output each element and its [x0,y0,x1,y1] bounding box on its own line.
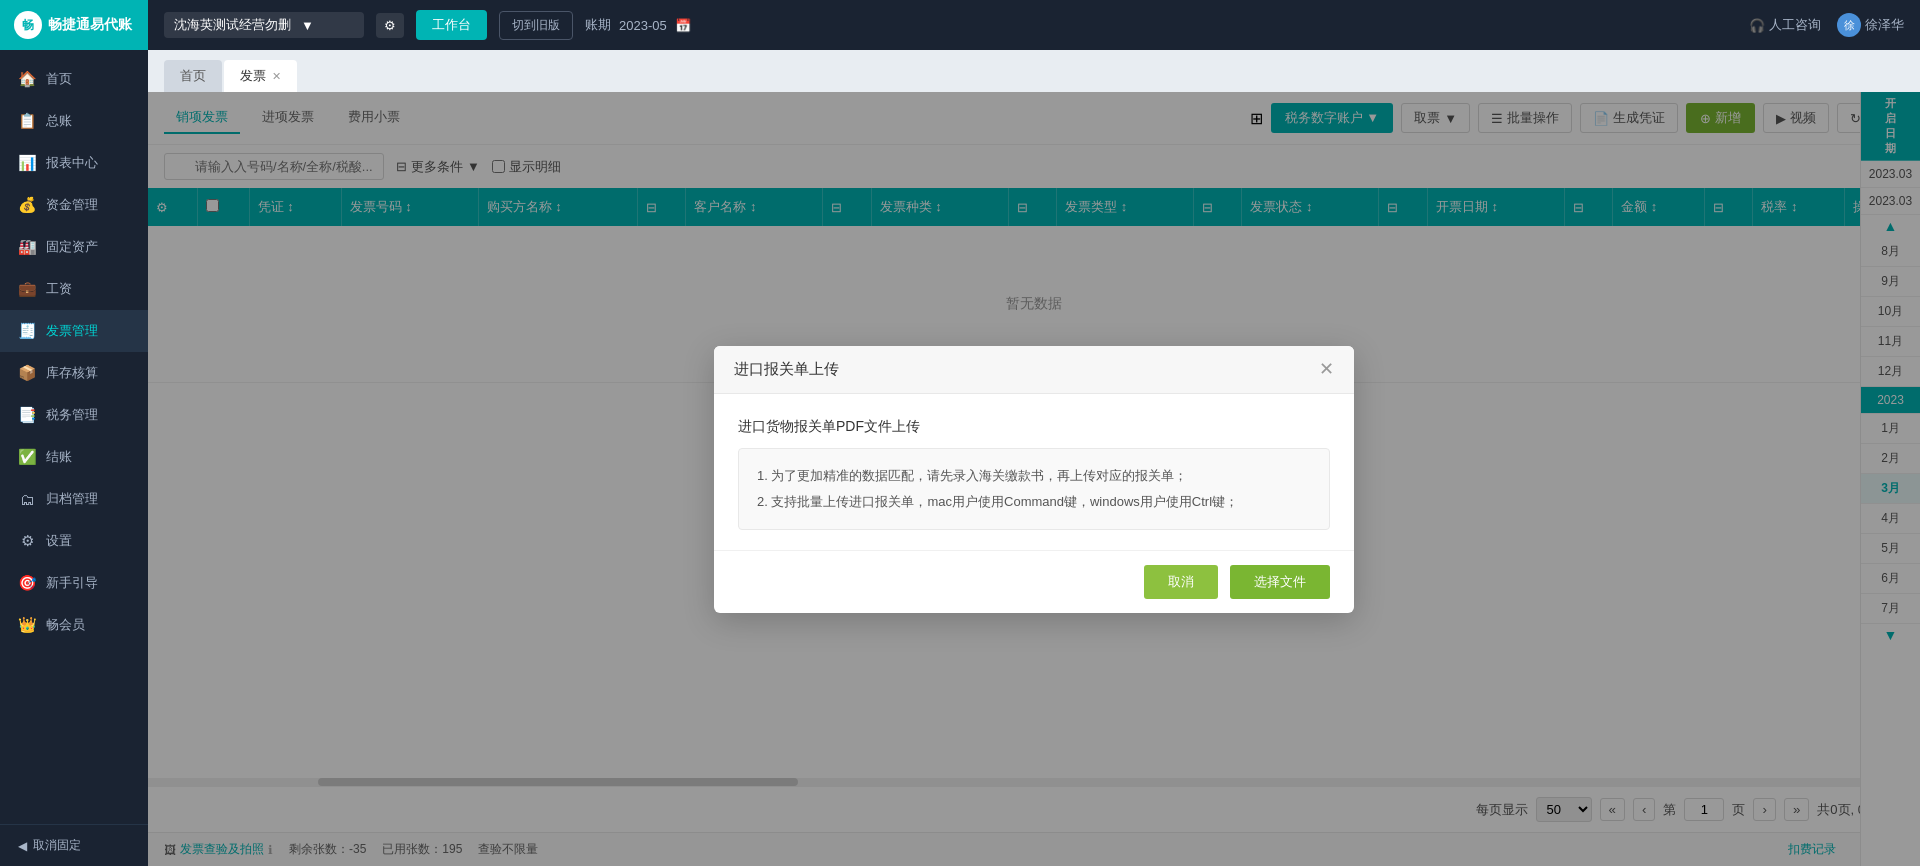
sidebar-item-archive[interactable]: 🗂 归档管理 [0,478,148,520]
period-value: 2023-05 [619,18,667,33]
sidebar-item-label: 报表中心 [46,154,98,172]
sidebar-item-label: 固定资产 [46,238,98,256]
sidebar-item-invoice[interactable]: 🧾 发票管理 [0,310,148,352]
dialog-info-box: 1. 为了更加精准的数据匹配，请先录入海关缴款书，再上传对应的报关单； 2. 支… [738,448,1330,530]
archive-icon: 🗂 [18,491,36,508]
tab-home[interactable]: 首页 [164,60,222,92]
sidebar-item-label: 工资 [46,280,72,298]
tab-home-label: 首页 [180,67,206,85]
workspace-btn[interactable]: 工作台 [416,10,487,40]
sidebar-item-label: 首页 [46,70,72,88]
app-name: 畅捷通易代账 [48,16,132,34]
logo-icon: 畅 [14,11,42,39]
funds-icon: 💰 [18,196,36,214]
company-settings-btn[interactable]: ⚙ [376,13,404,38]
dialog-title: 进口报关单上传 [734,360,839,379]
cancel-fixed-label: 取消固定 [33,837,81,854]
headset-icon: 🎧 [1749,18,1765,33]
calendar-icon: 📅 [675,18,691,33]
page-area: 销项发票 进项发票 费用小票 ⊞ 税务数字账户 ▼ 取票 ▼ [148,92,1920,866]
main-area: 沈海英测试经营勿删 ▼ ⚙ 工作台 切到旧版 账期 2023-05 📅 🎧 人工… [148,0,1920,866]
company-dropdown-icon: ▼ [301,18,314,33]
sidebar-item-label: 设置 [46,532,72,550]
sidebar-item-reports[interactable]: 📊 报表中心 [0,142,148,184]
page-content: 销项发票 进项发票 费用小票 ⊞ 税务数字账户 ▼ 取票 ▼ [148,92,1920,866]
topbar: 沈海英测试经营勿删 ▼ ⚙ 工作台 切到旧版 账期 2023-05 📅 🎧 人工… [148,0,1920,50]
dialog-body: 进口货物报关单PDF文件上传 1. 为了更加精准的数据匹配，请先录入海关缴款书，… [714,394,1354,550]
sidebar-item-label: 税务管理 [46,406,98,424]
checkout-icon: ✅ [18,448,36,466]
user-avatar[interactable]: 徐 徐泽华 [1837,13,1904,37]
select-file-btn[interactable]: 选择文件 [1230,565,1330,599]
sidebar-item-label: 发票管理 [46,322,98,340]
support-label: 人工咨询 [1769,16,1821,34]
cancel-dialog-btn[interactable]: 取消 [1144,565,1218,599]
period-display: 账期 2023-05 📅 [585,16,691,34]
home-icon: 🏠 [18,70,36,88]
ledger-icon: 📋 [18,112,36,130]
sidebar-item-salary[interactable]: 💼 工资 [0,268,148,310]
tabs-bar: 首页 发票 ✕ [148,50,1920,92]
tab-invoice-label: 发票 [240,67,266,85]
member-icon: 👑 [18,616,36,634]
sidebar-item-assets[interactable]: 🏭 固定资产 [0,226,148,268]
assets-icon: 🏭 [18,238,36,256]
sidebar-item-ledger[interactable]: 📋 总账 [0,100,148,142]
dialog-overlay[interactable]: 进口报关单上传 ✕ 进口货物报关单PDF文件上传 1. 为了更加精准的数据匹配，… [148,92,1920,866]
dialog-footer: 取消 选择文件 [714,550,1354,613]
support-btn[interactable]: 🎧 人工咨询 [1749,16,1821,34]
sidebar-item-guide[interactable]: 🎯 新手引导 [0,562,148,604]
pin-icon: ◀ [18,839,27,853]
switch-version-btn[interactable]: 切到旧版 [499,11,573,40]
user-name: 徐泽华 [1865,16,1904,34]
salary-icon: 💼 [18,280,36,298]
sidebar-item-label: 畅会员 [46,616,85,634]
sidebar-item-inventory[interactable]: 📦 库存核算 [0,352,148,394]
company-name: 沈海英测试经营勿删 [174,16,291,34]
tab-close-icon[interactable]: ✕ [272,70,281,83]
sidebar-item-label: 结账 [46,448,72,466]
import-dialog: 进口报关单上传 ✕ 进口货物报关单PDF文件上传 1. 为了更加精准的数据匹配，… [714,346,1354,613]
invoice-icon: 🧾 [18,322,36,340]
reports-icon: 📊 [18,154,36,172]
guide-icon: 🎯 [18,574,36,592]
dialog-info-line2: 2. 支持批量上传进口报关单，mac用户使用Command键，windows用户… [757,489,1311,515]
avatar-icon: 徐 [1837,13,1861,37]
sidebar-nav: 🏠 首页 📋 总账 📊 报表中心 💰 资金管理 🏭 固定资产 💼 工资 🧾 发票… [0,50,148,824]
sidebar: 畅 畅捷通易代账 🏠 首页 📋 总账 📊 报表中心 💰 资金管理 🏭 固定资产 … [0,0,148,866]
inventory-icon: 📦 [18,364,36,382]
sidebar-item-label: 归档管理 [46,490,98,508]
sidebar-item-member[interactable]: 👑 畅会员 [0,604,148,646]
settings-icon: ⚙ [18,532,36,550]
sidebar-item-label: 新手引导 [46,574,98,592]
dialog-close-btn[interactable]: ✕ [1319,360,1334,378]
sidebar-item-label: 总账 [46,112,72,130]
topbar-right: 🎧 人工咨询 徐 徐泽华 [1749,13,1904,37]
sidebar-item-home[interactable]: 🏠 首页 [0,58,148,100]
sidebar-item-label: 资金管理 [46,196,98,214]
sidebar-item-funds[interactable]: 💰 资金管理 [0,184,148,226]
tax-icon: 📑 [18,406,36,424]
cancel-fixed-btn[interactable]: ◀ 取消固定 [0,824,148,866]
tab-invoice[interactable]: 发票 ✕ [224,60,297,92]
sidebar-item-label: 库存核算 [46,364,98,382]
period-label: 账期 [585,16,611,34]
dialog-section-title: 进口货物报关单PDF文件上传 [738,418,1330,436]
sidebar-item-tax[interactable]: 📑 税务管理 [0,394,148,436]
dialog-info-line1: 1. 为了更加精准的数据匹配，请先录入海关缴款书，再上传对应的报关单； [757,463,1311,489]
sidebar-item-checkout[interactable]: ✅ 结账 [0,436,148,478]
app-logo: 畅 畅捷通易代账 [0,0,148,50]
company-selector[interactable]: 沈海英测试经营勿删 ▼ [164,12,364,38]
dialog-header: 进口报关单上传 ✕ [714,346,1354,394]
sidebar-item-settings[interactable]: ⚙ 设置 [0,520,148,562]
